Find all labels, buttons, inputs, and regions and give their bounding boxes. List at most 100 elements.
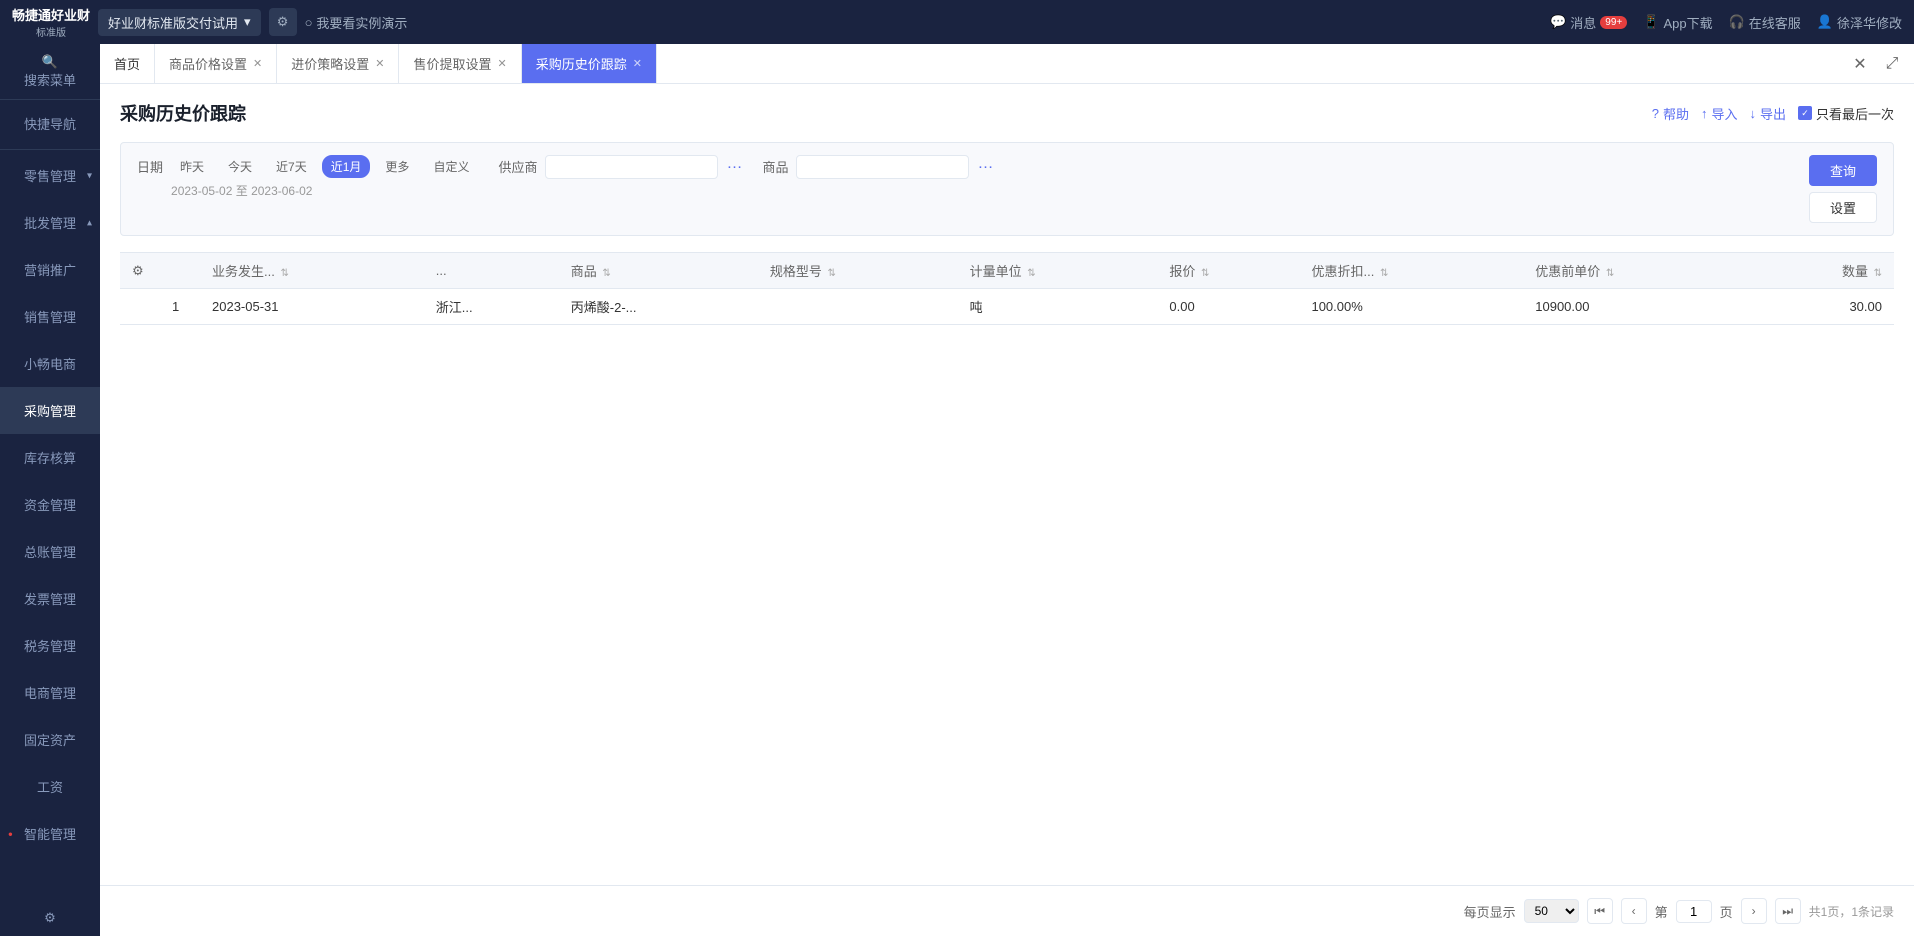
col-date[interactable]: 业务发生... ⇅ [200, 253, 424, 289]
sidebar-item-quick-nav[interactable]: 快捷导航 [0, 100, 100, 147]
date-btn-custom[interactable]: 自定义 [424, 155, 478, 178]
message-badge: 99+ [1600, 16, 1627, 29]
sidebar-item-ecommerce[interactable]: 电商管理 [0, 669, 100, 716]
export-icon: ↓ [1749, 106, 1756, 121]
sidebar-item-inventory[interactable]: 库存核算 [0, 434, 100, 481]
page-inner: 采购历史价跟踪 ? 帮助 ↑ 导入 ↓ 导出 [100, 84, 1914, 885]
user-menu-button[interactable]: 👤 徐泽华修改 [1817, 13, 1902, 32]
app-logo: 畅捷通好业财 标准版 [12, 5, 90, 39]
sort-icon: ⇅ [828, 268, 836, 279]
supplier-label: 供应商 [498, 155, 537, 176]
col-settings[interactable]: ⚙ [120, 253, 160, 289]
page-header: 采购历史价跟踪 ? 帮助 ↑ 导入 ↓ 导出 [120, 100, 1894, 126]
filter-settings-button[interactable]: 设置 [1809, 192, 1877, 223]
sidebar-item-payroll[interactable]: 工资 [0, 763, 100, 810]
col-more[interactable]: ... [424, 253, 559, 289]
supplier-input[interactable] [545, 155, 718, 179]
row-date: 2023-05-31 [200, 289, 424, 325]
message-icon: 💬 [1550, 14, 1566, 30]
col-qty[interactable]: 数量 ⇅ [1752, 253, 1894, 289]
product-label: 商品 [762, 155, 788, 176]
import-button[interactable]: ↑ 导入 [1701, 104, 1738, 123]
col-price[interactable]: 报价 ⇅ [1157, 253, 1299, 289]
sidebar-item-ledger[interactable]: 总账管理 [0, 528, 100, 575]
col-product-label: 商品 [571, 264, 597, 279]
col-product[interactable]: 商品 ⇅ [559, 253, 758, 289]
sidebar-item-label: 总账管理 [24, 545, 76, 560]
date-btn-1month[interactable]: 近1月 [322, 155, 371, 178]
sidebar-item-purchase[interactable]: 采购管理 [0, 387, 100, 434]
sidebar-item-finance[interactable]: 资金管理 [0, 481, 100, 528]
topbar-settings-button[interactable]: ⚙ [269, 8, 297, 36]
tab-product-price[interactable]: 商品价格设置 ✕ [155, 44, 277, 84]
sidebar-item-ecommerce-small[interactable]: 小畅电商 [0, 340, 100, 387]
tab-close-icon[interactable]: ✕ [375, 57, 384, 70]
service-button[interactable]: 🎧 在线客服 [1729, 13, 1801, 32]
page-first-button[interactable]: ⏮ [1587, 898, 1613, 924]
row-discount: 100.00% [1299, 289, 1523, 325]
query-button[interactable]: 查询 [1809, 155, 1877, 186]
tab-history-price[interactable]: 采购历史价跟踪 ✕ [522, 44, 657, 84]
tab-close-button[interactable]: ✕ [1846, 50, 1874, 78]
product-input[interactable] [796, 155, 969, 179]
sidebar-settings-button[interactable]: ⚙ [0, 900, 100, 936]
sidebar-item-label: 税务管理 [24, 639, 76, 654]
page-actions: ? 帮助 ↑ 导入 ↓ 导出 ✓ 只看最后一次 [1652, 104, 1894, 123]
page-next-button[interactable]: › [1741, 898, 1767, 924]
demo-label: 我要看实例演示 [316, 13, 407, 32]
only-last-checkbox[interactable]: ✓ 只看最后一次 [1798, 104, 1894, 123]
sidebar-item-label: 采购管理 [24, 404, 76, 419]
col-spec[interactable]: 规格型号 ⇅ [758, 253, 958, 289]
page-prev-button[interactable]: ‹ [1621, 898, 1647, 924]
date-btn-more[interactable]: 更多 [376, 155, 418, 178]
top-bar: 畅捷通好业财 标准版 好业财标准版交付试用 ▾ ⚙ ○ 我要看实例演示 💬 消息… [0, 0, 1914, 44]
only-last-label: 只看最后一次 [1816, 104, 1894, 123]
tab-price-extract[interactable]: 售价提取设置 ✕ [399, 44, 521, 84]
date-options: 昨天 今天 近7天 近1月 更多 自定义 2023-05-02 至 2023-0… [171, 155, 478, 199]
product-more-btn[interactable]: … [977, 155, 993, 173]
sidebar-item-wholesale[interactable]: 批发管理 ▴ [0, 199, 100, 246]
sidebar-item-fixed-assets[interactable]: 固定资产 [0, 716, 100, 763]
supplier-more-btn[interactable]: … [726, 155, 742, 173]
help-button[interactable]: ? 帮助 [1652, 104, 1689, 123]
per-page-select[interactable]: 50 10 20 100 [1524, 899, 1579, 923]
page-input[interactable] [1676, 900, 1712, 923]
page-last-button[interactable]: ⏭ [1775, 898, 1801, 924]
col-unit[interactable]: 计量单位 ⇅ [958, 253, 1158, 289]
sidebar-item-sales[interactable]: 销售管理 [0, 293, 100, 340]
sidebar-item-retail[interactable]: 零售管理 ▾ [0, 152, 100, 199]
page-suffix: 页 [1720, 902, 1733, 921]
sidebar-item-marketing[interactable]: 营销推广 [0, 246, 100, 293]
sidebar-item-ai[interactable]: 智能管理 [0, 810, 100, 857]
tab-purchase-strategy[interactable]: 进价策略设置 ✕ [277, 44, 399, 84]
sidebar-item-label: 工资 [37, 780, 63, 795]
user-label: 徐泽华修改 [1837, 13, 1902, 32]
tab-close-icon[interactable]: ✕ [253, 57, 262, 70]
import-icon: ↑ [1701, 106, 1708, 121]
data-table: ⚙ 业务发生... ⇅ ... 商品 ⇅ [120, 252, 1894, 325]
app-download-button[interactable]: 📱 App下载 [1643, 13, 1712, 32]
tab-close-icon[interactable]: ✕ [498, 57, 507, 70]
sidebar-item-label: 销售管理 [24, 310, 76, 325]
col-discount[interactable]: 优惠折扣... ⇅ [1299, 253, 1523, 289]
user-icon: 👤 [1817, 14, 1833, 30]
tab-close-icon[interactable]: ✕ [633, 57, 642, 70]
col-unit-price[interactable]: 优惠前单价 ⇅ [1523, 253, 1752, 289]
demo-button[interactable]: ○ 我要看实例演示 [305, 13, 408, 32]
tab-label: 首页 [114, 54, 140, 73]
tab-maximize-button[interactable]: ⤢ [1878, 50, 1906, 78]
sidebar-item-tax[interactable]: 税务管理 [0, 622, 100, 669]
product-selector[interactable]: 好业财标准版交付试用 ▾ [98, 9, 261, 36]
sidebar-search-button[interactable]: 🔍 搜索菜单 [0, 44, 100, 100]
date-btn-yesterday[interactable]: 昨天 [171, 155, 213, 178]
date-btn-today[interactable]: 今天 [219, 155, 261, 178]
row-price: 0.00 [1157, 289, 1299, 325]
message-button[interactable]: 💬 消息 99+ [1550, 13, 1627, 32]
tab-home[interactable]: 首页 [100, 44, 155, 84]
top-bar-right: 💬 消息 99+ 📱 App下载 🎧 在线客服 👤 徐泽华修改 [1550, 13, 1902, 32]
export-button[interactable]: ↓ 导出 [1749, 104, 1786, 123]
date-btn-7days[interactable]: 近7天 [267, 155, 316, 178]
date-range-display: 2023-05-02 至 2023-06-02 [171, 182, 478, 199]
row-product: 丙烯酸-2-... [559, 289, 758, 325]
sidebar-item-invoice[interactable]: 发票管理 [0, 575, 100, 622]
